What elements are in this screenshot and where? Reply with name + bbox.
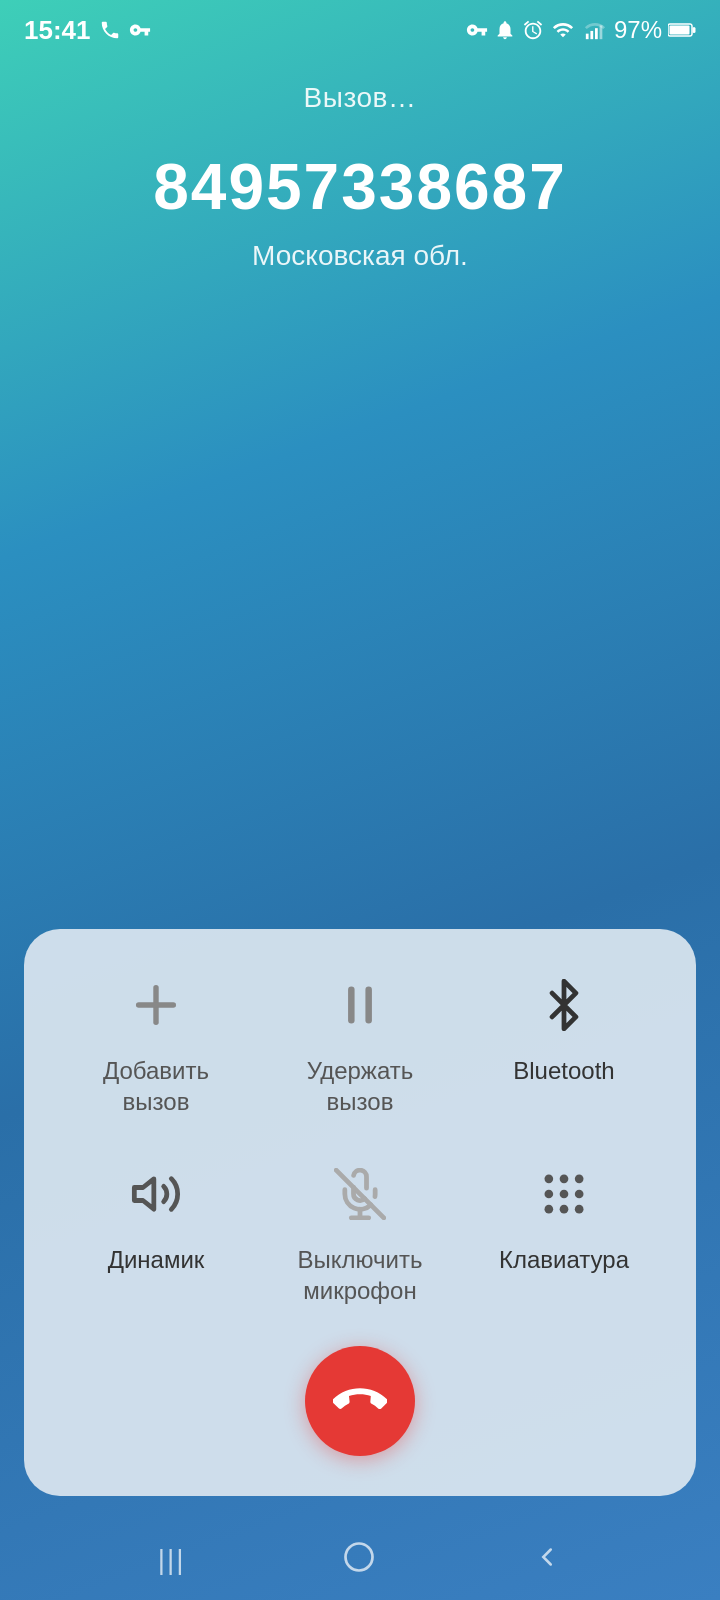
hold-icon xyxy=(324,969,396,1041)
svg-point-18 xyxy=(545,1189,554,1198)
mute-label: Выключитьмикрофон xyxy=(298,1244,423,1306)
status-right: 97% xyxy=(466,16,696,44)
add-call-icon xyxy=(120,969,192,1041)
svg-rect-24 xyxy=(345,1543,372,1570)
vpn-key-icon xyxy=(466,19,488,41)
status-bar: 15:41 97% xyxy=(0,0,720,52)
svg-marker-11 xyxy=(134,1178,154,1208)
end-call-button[interactable] xyxy=(305,1346,415,1456)
keypad-icon xyxy=(528,1158,600,1230)
calling-status: Вызов… xyxy=(304,82,417,114)
svg-rect-5 xyxy=(670,26,690,35)
wifi-icon xyxy=(550,19,576,41)
end-call-icon xyxy=(333,1374,387,1428)
keypad-button[interactable]: Клавиатура xyxy=(484,1158,644,1306)
back-icon xyxy=(532,1542,562,1572)
svg-point-22 xyxy=(560,1204,569,1213)
home-button[interactable] xyxy=(341,1539,377,1582)
call-area: Вызов… 84957338687 Московская обл. xyxy=(0,52,720,929)
svg-point-21 xyxy=(545,1204,554,1213)
svg-rect-1 xyxy=(590,31,593,39)
time: 15:41 xyxy=(24,15,91,46)
bluetooth-label: Bluetooth xyxy=(513,1055,614,1086)
speaker-button[interactable]: Динамик xyxy=(76,1158,236,1306)
speaker-label: Динамик xyxy=(108,1244,205,1275)
phone-number: 84957338687 xyxy=(153,150,567,224)
svg-rect-2 xyxy=(595,28,598,39)
controls-row-1: Добавитьвызов Удержатьвызов Bluetooth xyxy=(54,969,666,1117)
svg-rect-6 xyxy=(693,27,696,33)
mute-icon xyxy=(324,1158,396,1230)
home-icon xyxy=(341,1539,377,1575)
svg-point-23 xyxy=(575,1204,584,1213)
back-button[interactable] xyxy=(532,1542,562,1579)
nav-bar: ||| xyxy=(0,1520,720,1600)
mute-button[interactable]: Выключитьмикрофон xyxy=(280,1158,440,1306)
controls-panel: Добавитьвызов Удержатьвызов Bluetooth xyxy=(24,929,696,1496)
svg-rect-3 xyxy=(600,25,603,39)
controls-row-2: Динамик Выключитьмикрофон xyxy=(54,1158,666,1306)
hold-label: Удержатьвызов xyxy=(307,1055,413,1117)
add-call-label: Добавитьвызов xyxy=(103,1055,209,1117)
phone-icon xyxy=(99,19,121,41)
svg-point-17 xyxy=(575,1174,584,1183)
speaker-icon xyxy=(120,1158,192,1230)
signal-icon xyxy=(582,19,608,41)
bluetooth-button[interactable]: Bluetooth xyxy=(484,969,644,1117)
battery-icon xyxy=(668,20,696,40)
hold-button[interactable]: Удержатьвызов xyxy=(280,969,440,1117)
svg-point-20 xyxy=(575,1189,584,1198)
recents-button[interactable]: ||| xyxy=(158,1544,186,1576)
notifications-icon xyxy=(494,19,516,41)
location-text: Московская обл. xyxy=(252,240,468,272)
svg-point-15 xyxy=(545,1174,554,1183)
svg-point-19 xyxy=(560,1189,569,1198)
add-call-button[interactable]: Добавитьвызов xyxy=(76,969,236,1117)
status-left: 15:41 xyxy=(24,15,151,46)
keypad-label: Клавиатура xyxy=(499,1244,629,1275)
bluetooth-icon xyxy=(528,969,600,1041)
svg-point-16 xyxy=(560,1174,569,1183)
alarm-icon xyxy=(522,19,544,41)
svg-rect-0 xyxy=(586,34,589,39)
battery-level: 97% xyxy=(614,16,662,44)
key-icon xyxy=(129,19,151,41)
